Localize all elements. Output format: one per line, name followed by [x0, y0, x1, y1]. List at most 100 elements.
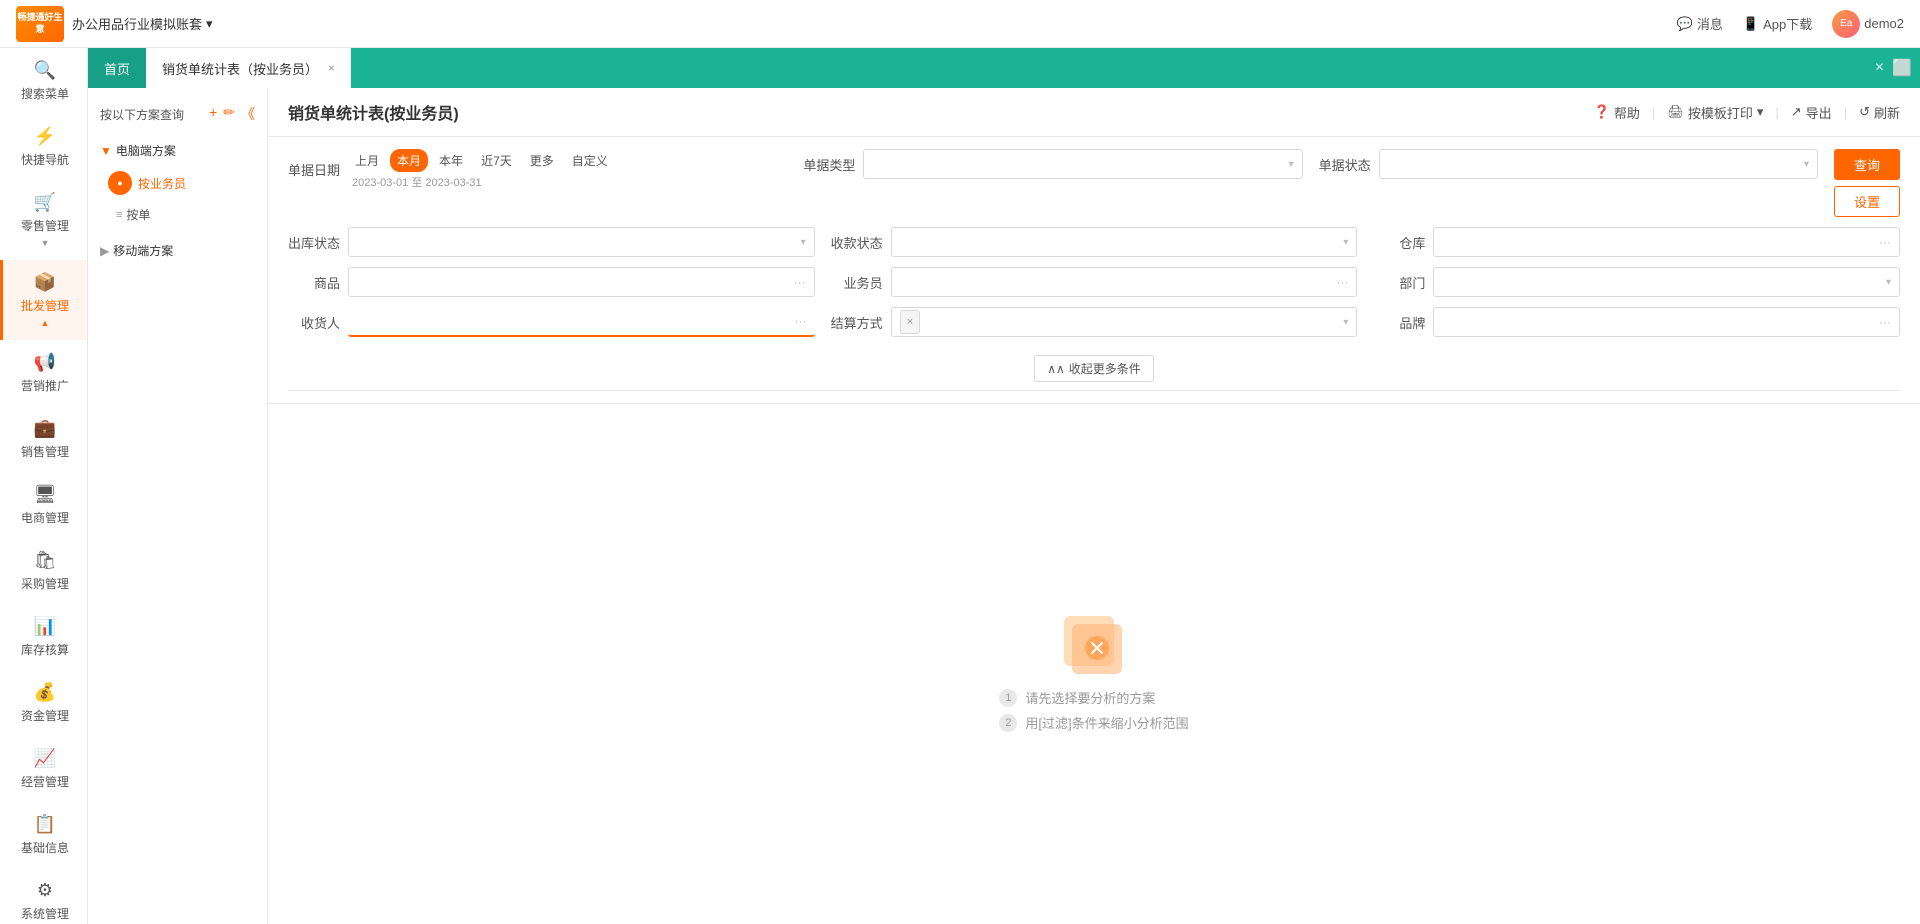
settlement-select[interactable]: × ▾ — [891, 307, 1358, 337]
doc-type-select[interactable]: ▾ — [863, 149, 1302, 179]
brand-input[interactable]: ··· — [1433, 307, 1900, 337]
sidebar-item-ecommerce[interactable]: 🖥 电商管理 — [0, 472, 87, 538]
out-status-select[interactable]: ▾ — [348, 227, 815, 257]
warehouse-input[interactable]: ··· — [1433, 227, 1900, 257]
department-select[interactable]: ▾ — [1433, 267, 1900, 297]
app-name: 办公用品行业模拟账套 — [72, 14, 202, 33]
sidebar-item-inventory[interactable]: 📊 库存核算 — [0, 604, 87, 670]
salesperson-input[interactable]: ··· — [891, 267, 1358, 297]
tab-close-button[interactable]: × — [328, 61, 335, 75]
more-icon[interactable]: ··· — [795, 314, 807, 328]
refresh-label: 刷新 — [1874, 103, 1900, 122]
collapse-panel-button[interactable]: 《 — [241, 104, 255, 124]
date-last-month-btn[interactable]: 上月 — [348, 149, 386, 172]
app-download-label: App下载 — [1763, 14, 1812, 33]
message-button[interactable]: 💬 消息 — [1677, 14, 1723, 33]
sidebar-item-purchase[interactable]: 🛍 采购管理 — [0, 538, 87, 604]
tab-home[interactable]: 首页 — [88, 48, 146, 88]
print-dropdown-icon: ▾ — [1757, 104, 1764, 120]
print-label: 按模板打印 — [1688, 103, 1753, 122]
sidebar-item-label: 零售管理 — [21, 217, 69, 234]
print-button[interactable]: 🖨 按模板打印 ▾ — [1667, 103, 1763, 122]
more-icon[interactable]: ··· — [794, 275, 806, 289]
app-selector[interactable]: 办公用品行业模拟账套 ▾ — [72, 14, 213, 33]
sidebar-item-finance[interactable]: 💰 资金管理 — [0, 670, 87, 736]
edit-scheme-button[interactable]: ✏ — [223, 104, 235, 124]
more-icon[interactable]: ··· — [1879, 315, 1891, 329]
filter-section-mobile-header[interactable]: ▶ 移动端方案 — [88, 236, 267, 265]
chevron-down-icon: ▾ — [206, 16, 213, 32]
chevron-down-icon: ▼ — [100, 144, 112, 158]
maximize-button[interactable]: ⬜ — [1892, 58, 1912, 78]
tab-home-label: 首页 — [104, 59, 130, 78]
settings-button[interactable]: 设置 — [1834, 186, 1900, 217]
date-field: 单据日期 上月 本月 本年 近7天 更多 自定义 — [288, 149, 787, 190]
filter-panel-header: 按以下方案查询 + ✏ 《 — [88, 96, 267, 132]
date-label: 单据日期 — [288, 160, 340, 179]
date-this-month-btn[interactable]: 本月 — [390, 149, 428, 172]
brand-field: 品牌 ··· — [1373, 307, 1900, 337]
finance-icon: 💰 — [34, 682, 56, 703]
empty-illustration — [1054, 596, 1134, 676]
tab-active[interactable]: 销货单统计表（按业务员） × — [146, 48, 351, 88]
more-icon[interactable]: ··· — [1336, 275, 1348, 289]
sidebar-item-label: 搜索菜单 — [21, 85, 69, 102]
sidebar-item-basic[interactable]: 📋 基础信息 — [0, 802, 87, 868]
shortcut-icon: ⚡ — [34, 126, 56, 147]
sidebar-item-label: 快捷导航 — [21, 151, 69, 168]
filter-item-salesperson[interactable]: ● 按业务员 — [88, 165, 267, 201]
sidebar-item-system[interactable]: ⚙ 系统管理 — [0, 868, 87, 924]
product-label: 商品 — [288, 273, 340, 292]
sidebar-item-retail[interactable]: 🛒 零售管理 ▼ — [0, 180, 87, 260]
action-buttons: 查询 设置 — [1834, 149, 1900, 217]
collapse-row: ∧∧ 收起更多条件 — [288, 347, 1900, 391]
sidebar-item-operations[interactable]: 📈 经营管理 — [0, 736, 87, 802]
date-buttons: 上月 本月 本年 近7天 更多 自定义 — [348, 149, 787, 172]
main-content: 销货单统计表(按业务员) ❓ 帮助 | 🖨 按模板打印 ▾ — [268, 88, 1920, 924]
app-download-button[interactable]: 📱 App下载 — [1743, 14, 1812, 33]
date-custom-btn[interactable]: 自定义 — [565, 149, 615, 172]
product-field: 商品 ··· — [288, 267, 815, 297]
more-icon[interactable]: ··· — [1879, 235, 1891, 249]
sidebar-item-wholesale[interactable]: 📦 批发管理 ▲ — [0, 260, 87, 340]
form-row-4: 收货人 ··· 结算方式 × — [288, 307, 1900, 337]
receiver-input[interactable]: ··· — [348, 307, 815, 337]
active-scheme-indicator: ● — [108, 171, 132, 195]
add-scheme-button[interactable]: + — [209, 104, 217, 124]
product-input[interactable]: ··· — [348, 267, 815, 297]
pay-status-select[interactable]: ▾ — [891, 227, 1358, 257]
refresh-button[interactable]: ↺ 刷新 — [1859, 103, 1900, 122]
date-this-year-btn[interactable]: 本年 — [432, 149, 470, 172]
purchase-icon: 🛍 — [34, 550, 57, 571]
collapse-button[interactable]: ∧∧ 收起更多条件 — [1034, 355, 1154, 382]
sidebar-item-shortcut[interactable]: ⚡ 快捷导航 — [0, 114, 87, 180]
doc-status-select[interactable]: ▾ — [1379, 149, 1818, 179]
sidebar-item-marketing[interactable]: 📢 营销推广 — [0, 340, 87, 406]
help-icon: ❓ — [1594, 104, 1610, 120]
inner-layout: 按以下方案查询 + ✏ 《 ▼ 电脑端方案 — [88, 88, 1920, 924]
salesperson-field: 业务员 ··· — [831, 267, 1358, 297]
help-button[interactable]: ❓ 帮助 — [1594, 103, 1640, 122]
export-icon: ↗ — [1791, 104, 1802, 120]
user-menu-button[interactable]: Ea demo2 — [1832, 10, 1904, 38]
department-field: 部门 ▾ — [1373, 267, 1900, 297]
sidebar-item-search[interactable]: 🔍 搜索菜单 — [0, 48, 87, 114]
sidebar-item-label: 基础信息 — [21, 839, 69, 856]
empty-state: 1 请先选择要分析的方案 2 用[过滤]条件来缩小分析范围 — [268, 404, 1920, 924]
filter-section-mobile: ▶ 移动端方案 — [88, 232, 267, 269]
filter-item-label: 按业务员 — [138, 175, 186, 192]
sidebar: 🔍 搜索菜单 ⚡ 快捷导航 🛒 零售管理 ▼ 📦 批发管理 ▲ 📢 营销推广 💼… — [0, 48, 88, 924]
filter-item-order[interactable]: ≡ 按单 — [88, 201, 267, 228]
empty-tip-1: 1 请先选择要分析的方案 — [999, 688, 1188, 707]
date-last-7days-btn[interactable]: 近7天 — [474, 149, 519, 172]
close-window-button[interactable]: × — [1875, 59, 1884, 77]
sidebar-item-sales[interactable]: 💼 销售管理 — [0, 406, 87, 472]
date-more-btn[interactable]: 更多 — [523, 149, 561, 172]
expand-icon: ▼ — [41, 238, 50, 248]
tag-x-button[interactable]: × — [907, 316, 913, 328]
filter-section-desktop-header[interactable]: ▼ 电脑端方案 — [88, 136, 267, 165]
tab-active-label: 销货单统计表（按业务员） — [162, 59, 318, 78]
export-button[interactable]: ↗ 导出 — [1791, 103, 1832, 122]
brand-label: 品牌 — [1373, 313, 1425, 332]
query-button[interactable]: 查询 — [1834, 149, 1900, 180]
